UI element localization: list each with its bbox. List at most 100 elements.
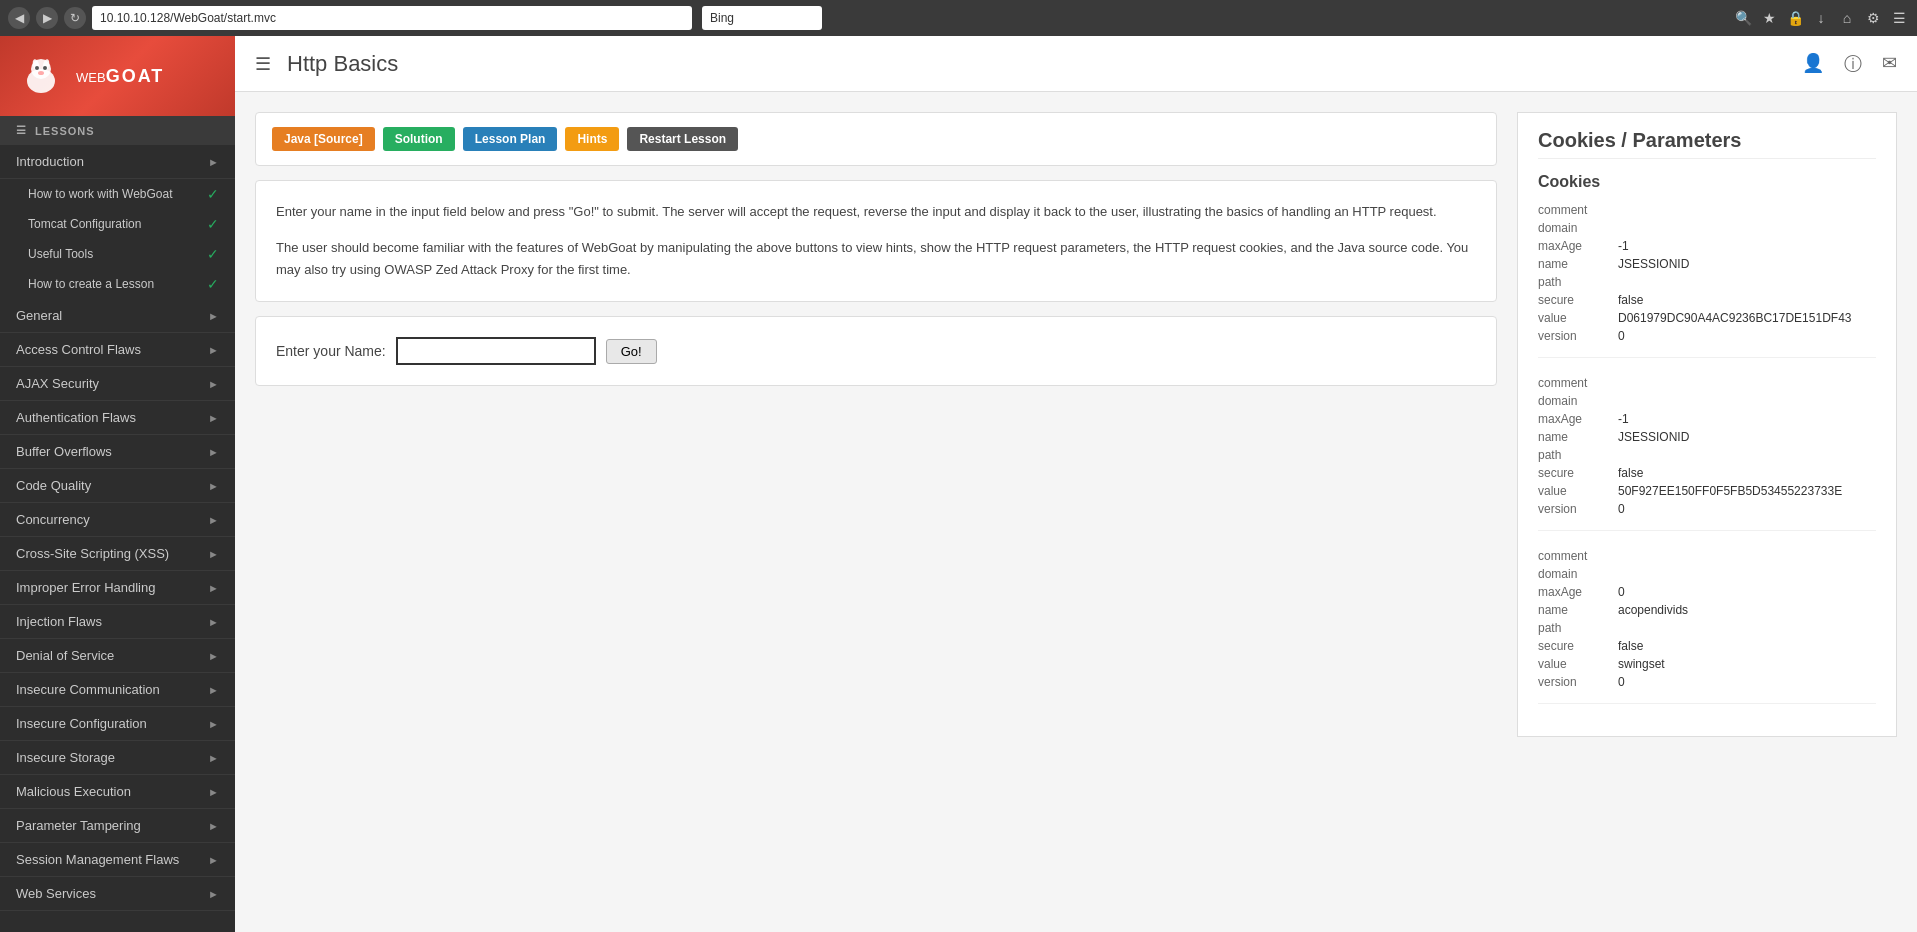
hints-button[interactable]: Hints [565, 127, 619, 151]
cookie-value: false [1618, 639, 1643, 653]
sidebar-item-concurrency[interactable]: Concurrency ► [0, 503, 235, 537]
chevron-icon: ► [208, 616, 219, 628]
sidebar-subitem-tomcat[interactable]: Tomcat Configuration ✓ [0, 209, 235, 239]
sidebar-item-access-control[interactable]: Access Control Flaws ► [0, 333, 235, 367]
chevron-icon: ► [208, 548, 219, 560]
cookie-entry-1: comment domain maxAge -1 name [1538, 201, 1876, 358]
cookie-row: name JSESSIONID [1538, 255, 1876, 273]
cookie-key: name [1538, 257, 1618, 271]
main-content: ☰ Http Basics 👤 ⓘ ✉ Java [Source] Soluti… [235, 36, 1917, 932]
chevron-icon: ► [208, 156, 219, 168]
settings-icon[interactable]: ⚙ [1863, 8, 1883, 28]
cookie-value: D061979DC90A4AC9236BC17DE151DF43 [1618, 311, 1851, 325]
lock-icon[interactable]: 🔒 [1785, 8, 1805, 28]
svg-point-4 [35, 66, 39, 70]
chevron-icon: ► [208, 718, 219, 730]
lesson-plan-button[interactable]: Lesson Plan [463, 127, 558, 151]
cookie-row: path [1538, 446, 1876, 464]
chevron-icon: ► [208, 786, 219, 798]
sidebar-item-dos[interactable]: Denial of Service ► [0, 639, 235, 673]
download-icon[interactable]: ↓ [1811, 8, 1831, 28]
cookies-section-title: Cookies [1538, 173, 1876, 191]
cookie-row: maxAge -1 [1538, 237, 1876, 255]
search-bar[interactable]: Bing [702, 6, 822, 30]
sidebar-item-malicious-exec[interactable]: Malicious Execution ► [0, 775, 235, 809]
sidebar-item-buffer-overflow[interactable]: Buffer Overflows ► [0, 435, 235, 469]
cookie-row: comment [1538, 201, 1876, 219]
cookie-key: domain [1538, 567, 1618, 581]
reload-button[interactable]: ↻ [64, 7, 86, 29]
lesson-description: Enter your name in the input field below… [255, 180, 1497, 302]
cookie-value: -1 [1618, 412, 1629, 426]
menu-icon[interactable]: ☰ [1889, 8, 1909, 28]
sidebar-item-general[interactable]: General ► [0, 299, 235, 333]
cookie-row: comment [1538, 374, 1876, 392]
url-bar[interactable]: 10.10.10.128/WebGoat/start.mvc [92, 6, 692, 30]
cookie-key: comment [1538, 549, 1618, 563]
solution-button[interactable]: Solution [383, 127, 455, 151]
cookie-row: name JSESSIONID [1538, 428, 1876, 446]
name-form: Enter your Name: Go! [255, 316, 1497, 386]
forward-button[interactable]: ▶ [36, 7, 58, 29]
cookie-key: secure [1538, 466, 1618, 480]
cookie-value: false [1618, 293, 1643, 307]
mail-icon[interactable]: ✉ [1882, 52, 1897, 76]
cookie-value: 0 [1618, 502, 1625, 516]
sidebar-item-introduction[interactable]: Introduction ► [0, 145, 235, 179]
chevron-icon: ► [208, 684, 219, 696]
sidebar-item-error-handling[interactable]: Improper Error Handling ► [0, 571, 235, 605]
app-container: WEBGOAT ☰ LESSONS Introduction ► How to … [0, 36, 1917, 932]
sidebar-item-auth-flaws[interactable]: Authentication Flaws ► [0, 401, 235, 435]
cookie-key: maxAge [1538, 412, 1618, 426]
sidebar-item-insecure-comm[interactable]: Insecure Communication ► [0, 673, 235, 707]
name-input[interactable] [396, 337, 596, 365]
sidebar-item-insecure-config[interactable]: Insecure Configuration ► [0, 707, 235, 741]
cookie-key: value [1538, 657, 1618, 671]
sidebar-item-param-tampering[interactable]: Parameter Tampering ► [0, 809, 235, 843]
sidebar-subitem-useful-tools[interactable]: Useful Tools ✓ [0, 239, 235, 269]
chevron-icon: ► [208, 480, 219, 492]
cookie-key: path [1538, 448, 1618, 462]
sidebar-item-insecure-storage[interactable]: Insecure Storage ► [0, 741, 235, 775]
hamburger-menu-icon[interactable]: ☰ [255, 53, 271, 75]
sidebar-item-session-mgmt[interactable]: Session Management Flaws ► [0, 843, 235, 877]
cookie-key: secure [1538, 639, 1618, 653]
info-icon[interactable]: ⓘ [1844, 52, 1862, 76]
cookie-key: comment [1538, 203, 1618, 217]
header-right-icons: 👤 ⓘ ✉ [1802, 52, 1897, 76]
cookie-row: maxAge 0 [1538, 583, 1876, 601]
sidebar-item-code-quality[interactable]: Code Quality ► [0, 469, 235, 503]
cookie-value: JSESSIONID [1618, 430, 1689, 444]
cookie-key: value [1538, 484, 1618, 498]
zoom-icon[interactable]: 🔍 [1733, 8, 1753, 28]
cookie-row: value 50F927EE150FF0F5FB5D53455223733E [1538, 482, 1876, 500]
sidebar-item-ajax[interactable]: AJAX Security ► [0, 367, 235, 401]
sidebar-subitem-create-lesson[interactable]: How to create a Lesson ✓ [0, 269, 235, 299]
browser-toolbar: 🔍 ★ 🔒 ↓ ⌂ ⚙ ☰ [1733, 8, 1909, 28]
user-icon[interactable]: 👤 [1802, 52, 1824, 76]
sidebar-item-injection[interactable]: Injection Flaws ► [0, 605, 235, 639]
lesson-panel: Java [Source] Solution Lesson Plan Hints… [255, 112, 1497, 912]
sidebar-subitem-how-to-work[interactable]: How to work with WebGoat ✓ [0, 179, 235, 209]
cookie-row: path [1538, 619, 1876, 637]
chevron-icon: ► [208, 752, 219, 764]
java-source-button[interactable]: Java [Source] [272, 127, 375, 151]
cookie-value: acopendivids [1618, 603, 1688, 617]
cookie-key: comment [1538, 376, 1618, 390]
cookie-key: name [1538, 430, 1618, 444]
sidebar-item-xss[interactable]: Cross-Site Scripting (XSS) ► [0, 537, 235, 571]
cookie-key: domain [1538, 394, 1618, 408]
chevron-icon: ► [208, 514, 219, 526]
star-icon[interactable]: ★ [1759, 8, 1779, 28]
name-label: Enter your Name: [276, 343, 386, 359]
sidebar-item-web-services[interactable]: Web Services ► [0, 877, 235, 911]
home-icon[interactable]: ⌂ [1837, 8, 1857, 28]
cookie-row: value swingset [1538, 655, 1876, 673]
cookie-value: -1 [1618, 239, 1629, 253]
restart-lesson-button[interactable]: Restart Lesson [627, 127, 738, 151]
back-button[interactable]: ◀ [8, 7, 30, 29]
cookie-value: 0 [1618, 585, 1625, 599]
logo-text: WEBGOAT [76, 66, 164, 87]
go-button[interactable]: Go! [606, 339, 657, 364]
page-title: Http Basics [287, 51, 398, 77]
